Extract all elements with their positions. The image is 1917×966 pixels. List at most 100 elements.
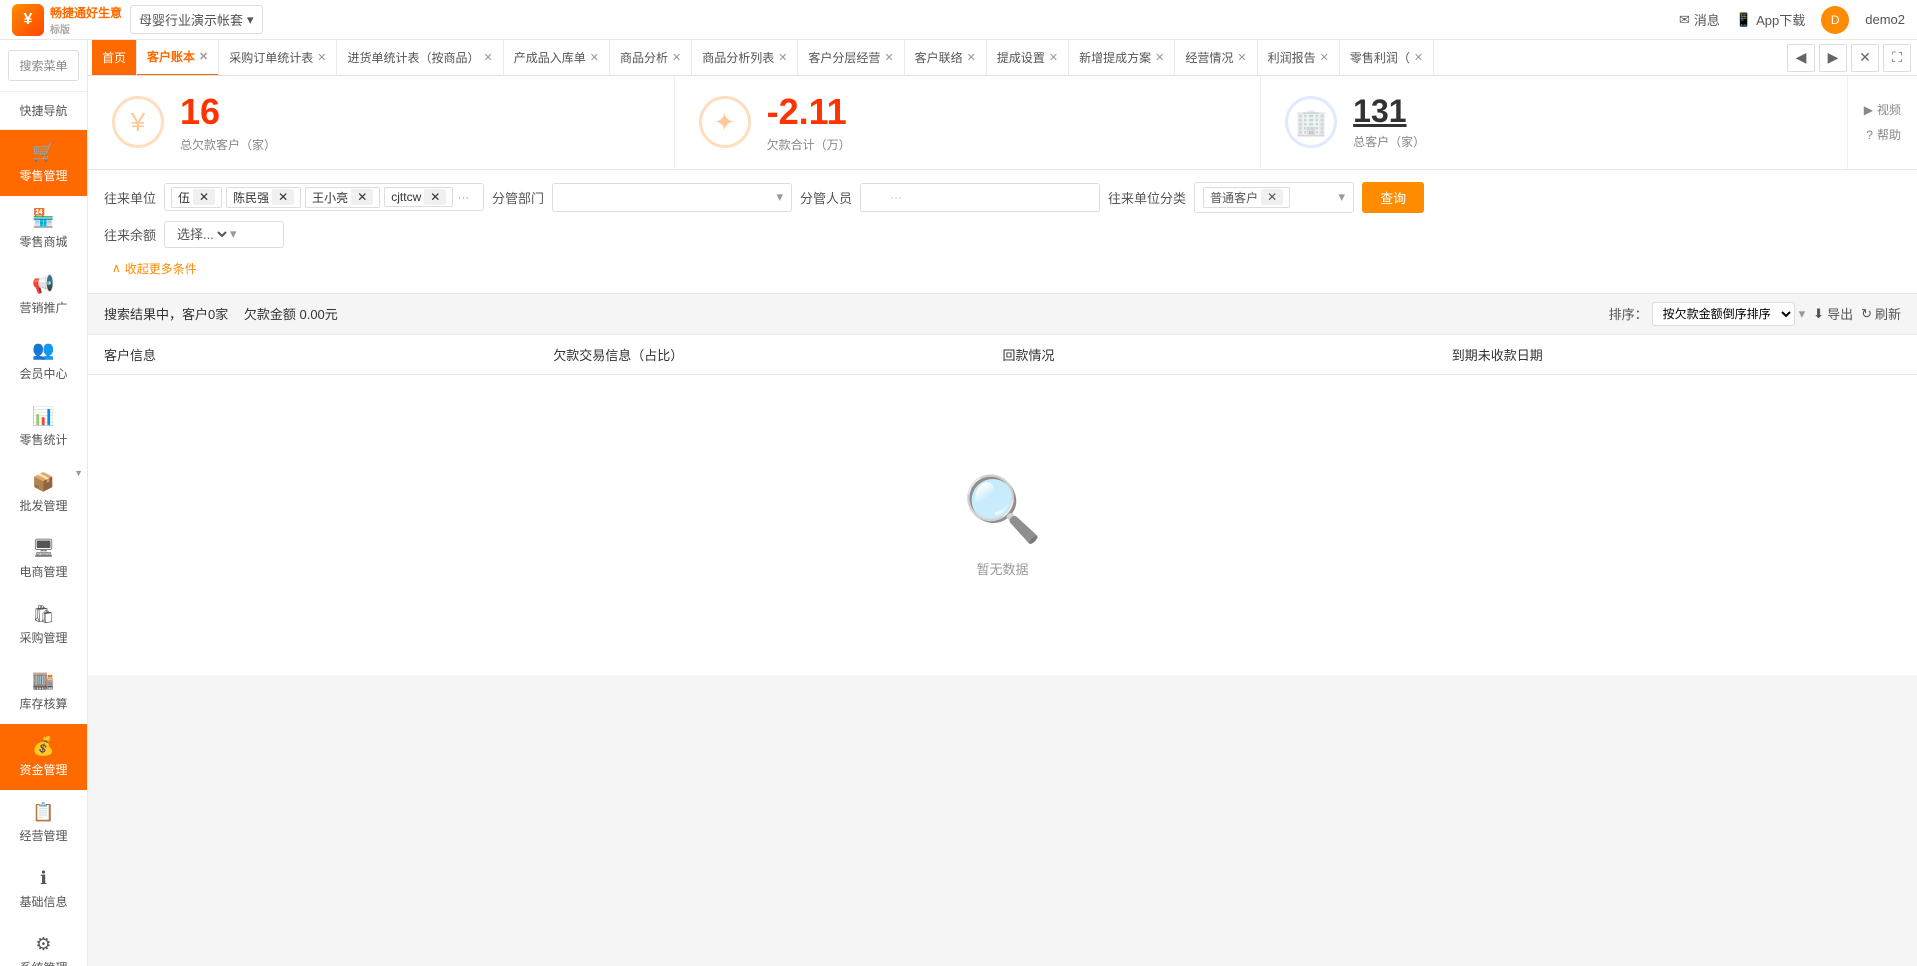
sidebar-label-batch-mgmt: 批发管理 <box>19 497 67 514</box>
table-header: 客户信息 欠款交易信息（占比） 回款情况 到期未收款日期 <box>88 335 1917 375</box>
sidebar-label-basic-info: 基础信息 <box>19 893 67 910</box>
sidebar-item-inventory[interactable]: 🏬 库存核算 <box>0 658 87 724</box>
sort-select[interactable]: 按欠款金额倒序排序 <box>1652 302 1795 326</box>
unit-tag-container[interactable]: 伍 ✕ 陈民强 ✕ 王小亮 ✕ cjttcw ✕ <box>164 183 484 211</box>
sidebar-item-purchase[interactable]: 🛍 采购管理 <box>0 592 87 658</box>
unit-class-tag-normal-close[interactable]: ✕ <box>1261 189 1283 205</box>
tab-next-button[interactable]: ▶ <box>1819 44 1847 72</box>
tab-close-purchase-order[interactable]: ✕ <box>317 51 326 64</box>
tab-profit-report[interactable]: 利润报告 ✕ <box>1258 40 1340 76</box>
unit-tag-wu[interactable]: 伍 ✕ <box>171 187 222 208</box>
search-menu-button[interactable]: 搜索菜单 <box>8 50 79 81</box>
tab-home[interactable]: 首页 <box>92 40 137 76</box>
tab-close-customer-balance[interactable]: ✕ <box>199 50 208 63</box>
tab-commission-settings[interactable]: 提成设置 ✕ <box>987 40 1069 76</box>
tab-prev-button[interactable]: ◀ <box>1787 44 1815 72</box>
unit-tag-cjttcw[interactable]: cjttcw ✕ <box>384 187 453 207</box>
tab-close-customer-segment[interactable]: ✕ <box>884 51 893 64</box>
collapse-btn[interactable]: ∧ 收起更多条件 <box>104 256 1901 281</box>
video-btn[interactable]: ▶ 视频 <box>1864 101 1901 118</box>
balance-input[interactable]: 选择... ▾ <box>164 221 284 248</box>
member-center-icon: 👥 <box>32 340 54 361</box>
tab-product-analysis[interactable]: 商品分析 ✕ <box>610 40 692 76</box>
tab-operation-status[interactable]: 经营情况 ✕ <box>1175 40 1257 76</box>
tab-label-product-analysis-list: 商品分析列表 <box>702 49 774 66</box>
sidebar-item-marketing[interactable]: 📢 营销推广 <box>0 262 87 328</box>
play-icon: ▶ <box>1864 103 1873 117</box>
tab-label-instock-stats: 进货单统计表（按商品） <box>347 49 479 66</box>
tab-product-instock[interactable]: 产成品入库单 ✕ <box>504 40 610 76</box>
tab-close-commission-settings[interactable]: ✕ <box>1049 51 1058 64</box>
dept-select[interactable]: ▾ <box>552 183 792 212</box>
stat-value-overdue-customers: 16 <box>180 92 276 132</box>
stat-label-total-customers: 总客户（家） <box>1353 133 1425 150</box>
tab-close-product-instock[interactable]: ✕ <box>590 51 599 64</box>
tab-label-operation-status: 经营情况 <box>1185 49 1233 66</box>
app-download-btn[interactable]: 📱 App下载 <box>1736 10 1805 29</box>
tab-instock-stats[interactable]: 进货单统计表（按商品） ✕ <box>337 40 503 76</box>
company-selector[interactable]: 母婴行业演示帐套 ▾ <box>130 5 263 34</box>
tab-close-operation-status[interactable]: ✕ <box>1237 51 1246 64</box>
tab-label-new-commission-plan: 新增提成方案 <box>1079 49 1151 66</box>
sidebar-label-marketing: 营销推广 <box>19 299 67 316</box>
result-sort: 排序： 按欠款金额倒序排序 ▾ <box>1609 302 1806 326</box>
sidebar-item-retail-stats[interactable]: 📊 零售统计 <box>0 394 87 460</box>
help-btn[interactable]: ? 帮助 <box>1866 126 1901 143</box>
tab-product-analysis-list[interactable]: 商品分析列表 ✕ <box>692 40 798 76</box>
tab-customer-contact[interactable]: 客户联络 ✕ <box>905 40 987 76</box>
stat-value-total-customers: 131 <box>1353 94 1425 129</box>
col-due-date: 到期未收款日期 <box>1452 345 1901 364</box>
stat-info-3: 131 总客户（家） <box>1353 94 1425 150</box>
tab-customer-balance[interactable]: 客户账本 ✕ <box>137 40 219 76</box>
sidebar-label-purchase: 采购管理 <box>19 629 67 646</box>
sidebar-item-retail-mgmt[interactable]: 🛒 零售管理 <box>0 130 87 196</box>
tab-new-commission-plan[interactable]: 新增提成方案 ✕ <box>1069 40 1175 76</box>
tab-close-retail-profit[interactable]: ✕ <box>1414 51 1423 64</box>
unit-tag-wang[interactable]: 王小亮 ✕ <box>305 187 380 208</box>
avatar[interactable]: D <box>1821 6 1849 34</box>
tab-close-new-commission-plan[interactable]: ✕ <box>1155 51 1164 64</box>
unit-tag-more[interactable]: ··· <box>457 190 469 204</box>
unit-class-tag-normal[interactable]: 普通客户 ✕ <box>1203 187 1290 208</box>
retail-mgmt-icon: 🛒 <box>32 142 54 163</box>
sidebar-item-basic-info[interactable]: ℹ 基础信息 <box>0 856 87 922</box>
batch-mgmt-icon: 📦 <box>32 472 54 493</box>
quick-nav-button[interactable]: 快捷导航 <box>0 92 87 130</box>
sidebar-item-operation[interactable]: 📋 经营管理 <box>0 790 87 856</box>
unit-tag-wu-close[interactable]: ✕ <box>193 189 215 205</box>
unit-class-label: 往来单位分类 <box>1108 188 1186 207</box>
unit-class-select[interactable]: 普通客户 ✕ ▾ <box>1194 182 1354 213</box>
purchase-icon: 🛍 <box>32 604 55 625</box>
person-select[interactable]: ··· <box>860 183 1100 212</box>
tab-close-customer-contact[interactable]: ✕ <box>967 51 976 64</box>
unit-filter-label: 往来单位 <box>104 188 156 207</box>
tab-fullscreen-button[interactable]: ⛶ <box>1883 44 1911 72</box>
unit-tag-chen-close[interactable]: ✕ <box>272 189 294 205</box>
tab-close-instock-stats[interactable]: ✕ <box>484 51 493 64</box>
balance-select[interactable]: 选择... <box>173 226 230 243</box>
capital-icon: 💰 <box>32 736 54 757</box>
tab-close-product-analysis[interactable]: ✕ <box>672 51 681 64</box>
sidebar-item-retail-mall[interactable]: 🏪 零售商城 <box>0 196 87 262</box>
expand-icon: ▼ <box>74 468 83 478</box>
export-btn[interactable]: ⬇ 导出 <box>1813 304 1853 323</box>
sidebar-item-ecommerce[interactable]: 🖥 电商管理 <box>0 526 87 592</box>
sidebar-label-system: 系统管理 <box>19 959 67 966</box>
sidebar-item-member-center[interactable]: 👥 会员中心 <box>0 328 87 394</box>
tab-close-profit-report[interactable]: ✕ <box>1320 51 1329 64</box>
unit-tag-chen[interactable]: 陈民强 ✕ <box>226 187 301 208</box>
tab-customer-segment[interactable]: 客户分层经营 ✕ <box>798 40 904 76</box>
tab-purchase-order[interactable]: 采购订单统计表 ✕ <box>219 40 337 76</box>
unit-tag-cjttcw-close[interactable]: ✕ <box>424 189 446 205</box>
unit-tag-wang-close[interactable]: ✕ <box>351 189 373 205</box>
sidebar-item-capital[interactable]: 💰 资金管理 <box>0 724 87 790</box>
sidebar-item-batch-mgmt[interactable]: 📦 批发管理 ▼ <box>0 460 87 526</box>
message-btn[interactable]: ✉ 消息 <box>1679 10 1720 29</box>
export-icon: ⬇ <box>1813 306 1824 322</box>
tab-retail-profit[interactable]: 零售利润（ ✕ <box>1340 40 1434 76</box>
tab-close-product-analysis-list[interactable]: ✕ <box>778 51 787 64</box>
sidebar-item-system[interactable]: ⚙ 系统管理 <box>0 922 87 966</box>
query-button[interactable]: 查询 <box>1362 182 1424 213</box>
refresh-btn[interactable]: ↻ 刷新 <box>1861 304 1901 323</box>
tab-close-all-button[interactable]: ✕ <box>1851 44 1879 72</box>
